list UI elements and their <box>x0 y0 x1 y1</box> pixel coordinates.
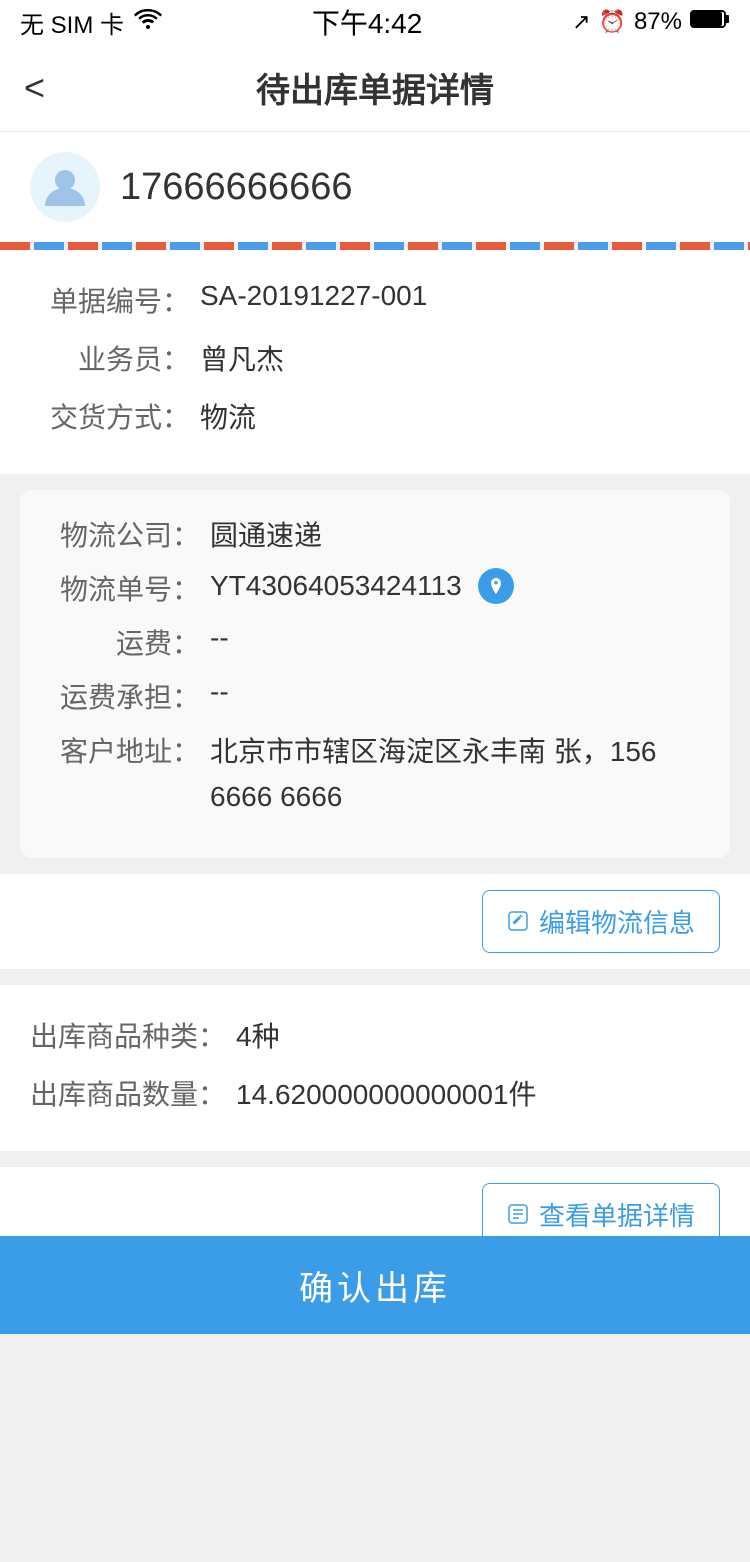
edit-logistics-container: 编辑物流信息 <box>0 874 750 969</box>
address-label: 客户地址： <box>40 730 200 770</box>
delivery-method-row: 交货方式： 物流 <box>30 396 720 436</box>
confirm-btn-bar: 确认出库 <box>0 1236 750 1334</box>
status-bar: 无 SIM 卡 下午4:42 ↗ ⏰ 87% <box>0 0 750 44</box>
view-details-label: 查看单据详情 <box>539 1196 695 1233</box>
goods-quantity-value: 14.620000000000001件 <box>236 1073 720 1113</box>
order-no-value: SA-20191227-001 <box>200 280 720 312</box>
delivery-method-value: 物流 <box>200 396 720 436</box>
freight-row: 运费： -- <box>40 622 710 662</box>
order-info-section: 单据编号： SA-20191227-001 业务员： 曾凡杰 交货方式： 物流 <box>0 250 750 474</box>
confirm-button[interactable]: 确认出库 <box>299 1261 451 1310</box>
back-button[interactable]: < <box>24 67 45 109</box>
location-icon[interactable] <box>478 568 514 604</box>
logistics-company-label: 物流公司： <box>40 514 200 554</box>
battery-label: 87% <box>634 8 682 36</box>
edit-logistics-button[interactable]: 编辑物流信息 <box>482 890 720 953</box>
battery-icon <box>690 8 730 37</box>
freight-bearer-row: 运费承担： -- <box>40 676 710 716</box>
order-no-label: 单据编号： <box>30 280 190 320</box>
freight-value: -- <box>210 622 710 654</box>
logistics-company-row: 物流公司： 圆通速递 <box>40 514 710 554</box>
wifi-icon <box>134 8 162 36</box>
address-value: 北京市市辖区海淀区永丰南 张，156 6666 6666 <box>210 730 710 820</box>
alarm-icon: ⏰ <box>599 9 626 35</box>
freight-label: 运费： <box>40 622 200 662</box>
avatar <box>30 152 100 222</box>
tracking-no-value: YT43064053424113 <box>210 570 462 602</box>
customer-header: 17666666666 <box>0 132 750 242</box>
tracking-no-label: 物流单号： <box>40 568 200 608</box>
time-label: 下午4:42 <box>312 2 423 42</box>
section-divider-1 <box>0 969 750 985</box>
page-title: 待出库单据详情 <box>256 63 494 112</box>
location-status-icon: ↗ <box>572 9 590 35</box>
order-no-row: 单据编号： SA-20191227-001 <box>30 280 720 320</box>
customer-phone: 17666666666 <box>120 166 352 209</box>
goods-quantity-label: 出库商品数量： <box>30 1073 226 1113</box>
logistics-company-value: 圆通速递 <box>210 514 710 554</box>
freight-bearer-label: 运费承担： <box>40 676 200 716</box>
nav-bar: < 待出库单据详情 <box>0 44 750 132</box>
goods-type-label: 出库商品种类： <box>30 1015 226 1055</box>
goods-type-row: 出库商品种类： 4种 <box>30 1015 720 1055</box>
delivery-method-label: 交货方式： <box>30 396 190 436</box>
sales-person-row: 业务员： 曾凡杰 <box>30 338 720 378</box>
goods-info-section: 出库商品种类： 4种 出库商品数量： 14.620000000000001件 <box>0 985 750 1151</box>
carrier-label: 无 SIM 卡 <box>20 5 124 40</box>
sales-person-label: 业务员： <box>30 338 190 378</box>
goods-quantity-row: 出库商品数量： 14.620000000000001件 <box>30 1073 720 1113</box>
address-row: 客户地址： 北京市市辖区海淀区永丰南 张，156 6666 6666 <box>40 730 710 820</box>
tracking-no-row: 物流单号： YT43064053424113 <box>40 568 710 608</box>
goods-type-value: 4种 <box>236 1015 720 1055</box>
sales-person-value: 曾凡杰 <box>200 338 720 378</box>
edit-logistics-label: 编辑物流信息 <box>539 903 695 940</box>
logistics-card: 物流公司： 圆通速递 物流单号： YT43064053424113 运费： --… <box>20 490 730 858</box>
dashed-divider <box>0 242 750 250</box>
freight-bearer-value: -- <box>210 676 710 708</box>
